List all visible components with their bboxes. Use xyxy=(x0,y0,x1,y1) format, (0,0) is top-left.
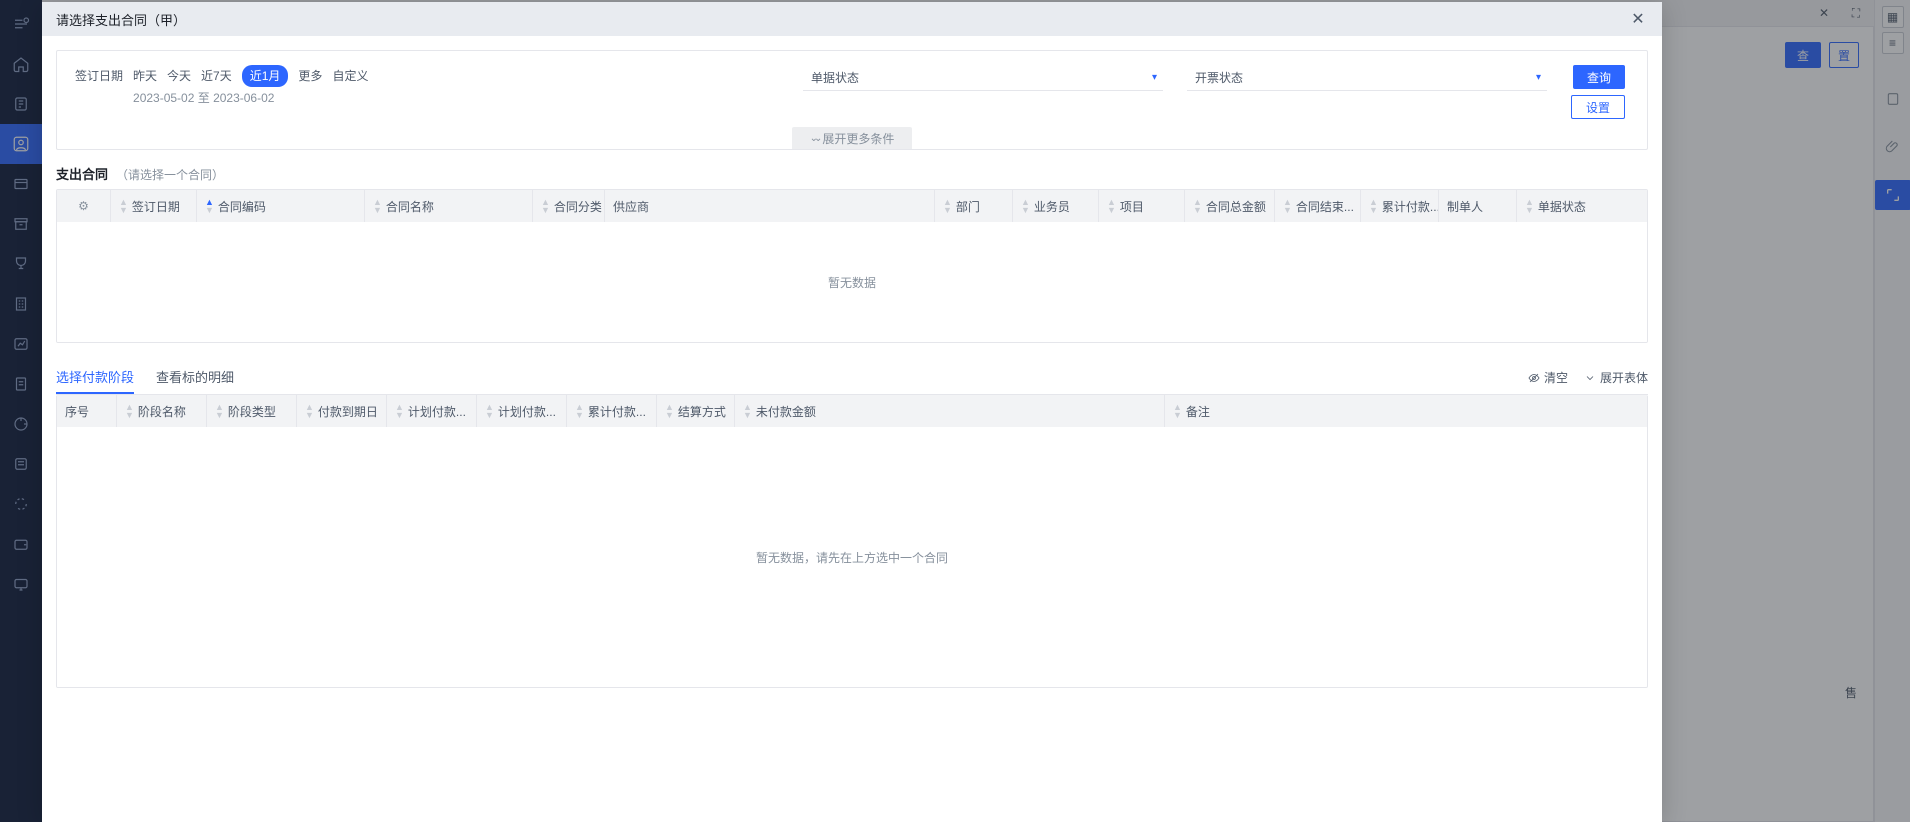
stage-table-empty: 暂无数据，请先在上方选中一个合同 xyxy=(57,427,1647,687)
contract-table-head: ⚙ 签订日期 合同编码 合同名称 合同分类 供应商 部门 业务员 项目 合同总金… xyxy=(57,190,1647,222)
col-contract-category[interactable]: 合同分类 xyxy=(533,190,605,222)
scol-remark-label: 备注 xyxy=(1186,403,1210,420)
chevron-down-icon: ▾ xyxy=(1152,72,1157,83)
col-supplier-label: 供应商 xyxy=(613,198,649,215)
contract-table: ⚙ 签订日期 合同编码 合同名称 合同分类 供应商 部门 业务员 项目 合同总金… xyxy=(56,189,1648,343)
contract-section-hint: （请选择一个合同） xyxy=(116,166,224,183)
scol-seq-label: 序号 xyxy=(65,403,89,420)
contract-table-empty: 暂无数据 xyxy=(57,222,1647,342)
sign-date-label: 签订日期 xyxy=(75,65,123,87)
scol-unpaid[interactable]: 未付款金额 xyxy=(735,395,1165,427)
col-salesperson-label: 业务员 xyxy=(1034,198,1070,215)
col-end-date[interactable]: 合同结束... xyxy=(1275,190,1361,222)
eye-off-icon xyxy=(1528,372,1540,384)
chevron-down-icon: ▾ xyxy=(1536,72,1541,83)
scol-plan2-label: 计划付款... xyxy=(498,403,556,420)
filter-card: 签订日期 昨天 今天 近7天 近1月 更多 自定义 2023-05-02 至 2… xyxy=(56,50,1648,150)
tab-subject-detail[interactable]: 查看标的明细 xyxy=(156,361,234,394)
col-supplier[interactable]: 供应商 xyxy=(605,190,935,222)
expand-body-label: 展开表体 xyxy=(1600,369,1648,386)
col-dept[interactable]: 部门 xyxy=(935,190,1013,222)
scol-stage-name-label: 阶段名称 xyxy=(138,403,186,420)
scol-stage-name[interactable]: 阶段名称 xyxy=(117,395,207,427)
scol-stage-type[interactable]: 阶段类型 xyxy=(207,395,297,427)
contract-section-title-text: 支出合同 xyxy=(56,164,108,183)
col-contract-name[interactable]: 合同名称 xyxy=(365,190,533,222)
doc-status-label: 单据状态 xyxy=(811,69,859,86)
col-contract-code-label: 合同编码 xyxy=(218,198,266,215)
col-end-date-label: 合同结束... xyxy=(1296,198,1354,215)
col-doc-status-label: 单据状态 xyxy=(1538,198,1586,215)
modal-body: 签订日期 昨天 今天 近7天 近1月 更多 自定义 2023-05-02 至 2… xyxy=(42,36,1662,822)
scol-settle-label: 结算方式 xyxy=(678,403,726,420)
detail-tabs-row: 选择付款阶段 查看标的明细 清空 展开表体 xyxy=(56,361,1648,395)
tab-payment-stage[interactable]: 选择付款阶段 xyxy=(56,361,134,394)
scol-due-date[interactable]: 付款到期日 xyxy=(297,395,387,427)
col-sign-date[interactable]: 签订日期 xyxy=(111,190,197,222)
col-dept-label: 部门 xyxy=(956,198,980,215)
modal-close-icon[interactable]: ✕ xyxy=(1628,9,1648,29)
col-project[interactable]: 项目 xyxy=(1099,190,1185,222)
modal-title: 请选择支出合同（甲） xyxy=(56,10,186,29)
invoice-status-select[interactable]: 开票状态 ▾ xyxy=(1187,65,1547,91)
expand-body-button[interactable]: 展开表体 xyxy=(1584,369,1648,386)
scol-unpaid-label: 未付款金额 xyxy=(756,403,816,420)
col-contract-code[interactable]: 合同编码 xyxy=(197,190,365,222)
modal-header: 请选择支出合同（甲） ✕ xyxy=(42,2,1662,36)
date-opt-custom[interactable]: 自定义 xyxy=(332,66,368,86)
scol-plan1-label: 计划付款... xyxy=(408,403,466,420)
col-accum-pay-label: 累计付款... xyxy=(1382,198,1439,215)
scol-stage-type-label: 阶段类型 xyxy=(228,403,276,420)
col-accum-pay[interactable]: 累计付款... xyxy=(1361,190,1439,222)
stage-table: 序号 阶段名称 阶段类型 付款到期日 计划付款... 计划付款... 累计付款.… xyxy=(56,395,1648,688)
chevron-down-icon xyxy=(1584,372,1596,384)
col-sign-date-label: 签订日期 xyxy=(132,198,180,215)
detail-tab-tools: 清空 展开表体 xyxy=(1528,369,1648,386)
col-maker[interactable]: 制单人 xyxy=(1439,190,1517,222)
query-button[interactable]: 查询 xyxy=(1573,65,1625,89)
scol-remark[interactable]: 备注 xyxy=(1165,395,1647,427)
invoice-status-label: 开票状态 xyxy=(1195,69,1243,86)
col-doc-status[interactable]: 单据状态 xyxy=(1517,190,1647,222)
clear-label: 清空 xyxy=(1544,369,1568,386)
date-opt-7days[interactable]: 近7天 xyxy=(201,66,232,86)
col-category-label: 合同分类 xyxy=(554,198,602,215)
col-contract-name-label: 合同名称 xyxy=(386,198,434,215)
expand-conditions-button[interactable]: 展开更多条件 xyxy=(792,127,912,149)
scol-plan-pay2[interactable]: 计划付款... xyxy=(477,395,567,427)
config-button[interactable]: 设置 xyxy=(1571,95,1625,119)
col-maker-label: 制单人 xyxy=(1447,198,1483,215)
date-opt-today[interactable]: 今天 xyxy=(167,66,191,86)
filter-actions: 查询 设置 xyxy=(1571,65,1629,119)
detail-tabs: 选择付款阶段 查看标的明细 xyxy=(56,361,234,394)
col-total-amount-label: 合同总金额 xyxy=(1206,198,1266,215)
expand-conditions-label: 展开更多条件 xyxy=(822,130,894,147)
stage-table-head: 序号 阶段名称 阶段类型 付款到期日 计划付款... 计划付款... 累计付款.… xyxy=(57,395,1647,427)
date-opt-yesterday[interactable]: 昨天 xyxy=(133,66,157,86)
contract-section-title: 支出合同 （请选择一个合同） xyxy=(56,164,1648,183)
col-project-label: 项目 xyxy=(1120,198,1144,215)
scol-settlement[interactable]: 结算方式 xyxy=(657,395,735,427)
sign-date-range: 2023-05-02 至 2023-06-02 xyxy=(133,89,368,106)
scol-accum-pay[interactable]: 累计付款... xyxy=(567,395,657,427)
scol-plan-pay1[interactable]: 计划付款... xyxy=(387,395,477,427)
scol-accum-label: 累计付款... xyxy=(588,403,646,420)
col-salesperson[interactable]: 业务员 xyxy=(1013,190,1099,222)
col-settings[interactable]: ⚙ xyxy=(57,190,111,222)
gear-icon: ⚙ xyxy=(78,199,89,213)
scol-seq[interactable]: 序号 xyxy=(57,395,117,427)
doc-status-select[interactable]: 单据状态 ▾ xyxy=(803,65,1163,91)
clear-button[interactable]: 清空 xyxy=(1528,369,1568,386)
date-opt-more[interactable]: 更多 xyxy=(298,66,322,86)
col-total-amount[interactable]: 合同总金额 xyxy=(1185,190,1275,222)
filter-sign-date: 签订日期 昨天 今天 近7天 近1月 更多 自定义 2023-05-02 至 2… xyxy=(75,65,368,106)
select-contract-modal: 请选择支出合同（甲） ✕ 签订日期 昨天 今天 近7天 近1月 更多 xyxy=(42,2,1662,822)
sign-date-options: 昨天 今天 近7天 近1月 更多 自定义 xyxy=(133,65,368,87)
date-opt-1month[interactable]: 近1月 xyxy=(242,65,289,87)
scol-due-label: 付款到期日 xyxy=(318,403,378,420)
